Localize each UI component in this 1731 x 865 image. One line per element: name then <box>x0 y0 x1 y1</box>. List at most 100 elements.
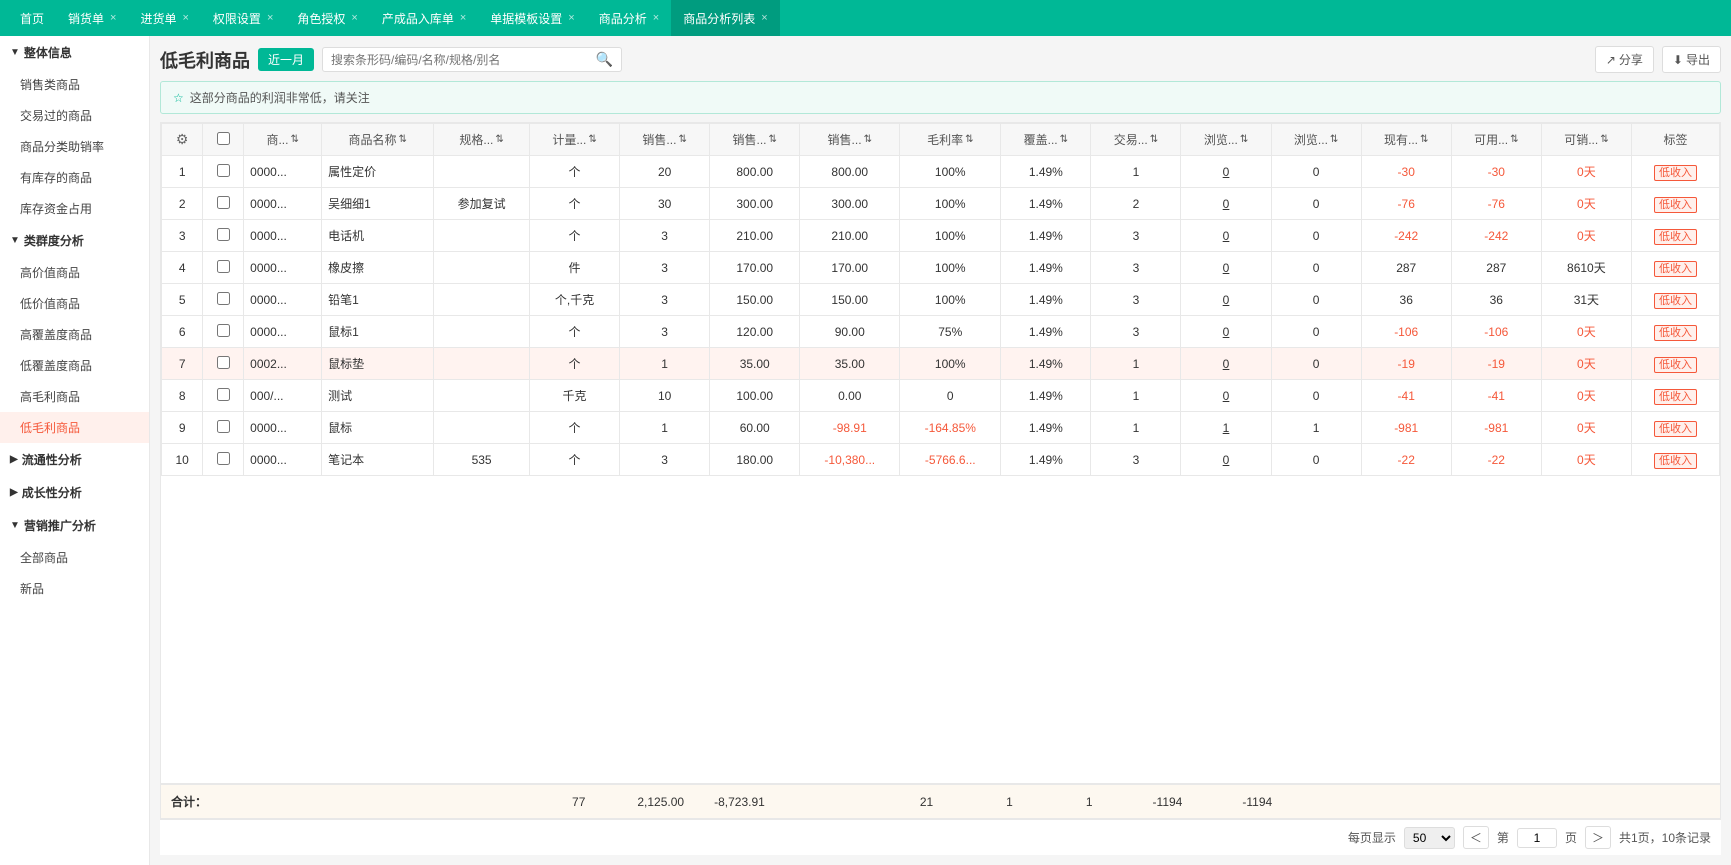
row-checkbox[interactable] <box>203 188 244 220</box>
row-browse1[interactable]: 0 <box>1181 348 1271 380</box>
search-icon[interactable]: 🔍 <box>596 51 613 68</box>
per-page-select[interactable]: 50 100 200 <box>1404 827 1455 849</box>
row-checkbox[interactable] <box>203 284 244 316</box>
row-check-2[interactable] <box>217 228 230 241</box>
sidebar-item-new-goods[interactable]: 新品 <box>0 573 149 604</box>
col-code[interactable]: 商...⇅ <box>244 124 322 156</box>
row-browse1[interactable]: 0 <box>1181 188 1271 220</box>
prev-page-button[interactable]: ＜ <box>1463 826 1489 849</box>
col-coverage[interactable]: 覆盖...⇅ <box>1001 124 1091 156</box>
nav-close-goods[interactable]: × <box>653 12 659 24</box>
nav-sales-order[interactable]: 销货单 × <box>56 0 128 36</box>
sidebar-item-in-stock[interactable]: 有库存的商品 <box>0 162 149 193</box>
nav-product-stock[interactable]: 产成品入库单 × <box>370 0 478 36</box>
sidebar-item-traded-goods[interactable]: 交易过的商品 <box>0 100 149 131</box>
row-browse1[interactable]: 0 <box>1181 316 1271 348</box>
sidebar-item-stock-capital[interactable]: 库存资金占用 <box>0 193 149 224</box>
col-browse2[interactable]: 浏览...⇅ <box>1271 124 1361 156</box>
nav-goods-analysis[interactable]: 商品分析 × <box>587 0 671 36</box>
row-check-9[interactable] <box>217 452 230 465</box>
row-browse1[interactable]: 0 <box>1181 220 1271 252</box>
row-check-6[interactable] <box>217 356 230 369</box>
row-checkbox[interactable] <box>203 252 244 284</box>
nav-goods-analysis-list[interactable]: 商品分析列表 × <box>671 0 779 36</box>
row-check-7[interactable] <box>217 388 230 401</box>
nav-close-permission[interactable]: × <box>267 12 273 24</box>
sidebar-item-high-value[interactable]: 高价值商品 <box>0 257 149 288</box>
col-sales-qty[interactable]: 销售...⇅ <box>620 124 710 156</box>
row-browse1[interactable]: 0 <box>1181 284 1271 316</box>
nav-close-role[interactable]: × <box>351 12 357 24</box>
row-checkbox[interactable] <box>203 444 244 476</box>
row-name: 电话机 <box>322 220 434 252</box>
row-checkbox[interactable] <box>203 156 244 188</box>
row-code: 0000... <box>244 188 322 220</box>
row-browse2: 0 <box>1271 188 1361 220</box>
sidebar-group-growth[interactable]: ▶ 成长性分析 <box>0 476 149 509</box>
row-check-1[interactable] <box>217 196 230 209</box>
sidebar-item-low-margin[interactable]: 低毛利商品 <box>0 412 149 443</box>
col-current-stock[interactable]: 现有...⇅ <box>1361 124 1451 156</box>
row-check-3[interactable] <box>217 260 230 273</box>
total-label: 合计： <box>171 793 207 810</box>
col-tag[interactable]: 标签 <box>1631 124 1719 156</box>
row-checkbox[interactable] <box>203 220 244 252</box>
row-checkbox[interactable] <box>203 316 244 348</box>
col-unit[interactable]: 计量...⇅ <box>529 124 619 156</box>
col-name[interactable]: 商品名称⇅ <box>322 124 434 156</box>
nav-close-product[interactable]: × <box>460 12 466 24</box>
row-margin: 100% <box>900 252 1001 284</box>
nav-home[interactable]: 首页 <box>8 0 56 36</box>
nav-permission[interactable]: 权限设置 × <box>201 0 285 36</box>
col-trade[interactable]: 交易...⇅ <box>1091 124 1181 156</box>
export-button[interactable]: ⬇ 导出 <box>1662 46 1721 73</box>
sidebar-item-low-coverage[interactable]: 低覆盖度商品 <box>0 350 149 381</box>
sidebar-item-high-margin[interactable]: 高毛利商品 <box>0 381 149 412</box>
row-check-8[interactable] <box>217 420 230 433</box>
row-saleable: 0天 <box>1541 380 1631 412</box>
row-browse1[interactable]: 1 <box>1181 412 1271 444</box>
sidebar-item-sales-goods[interactable]: 销售类商品 <box>0 69 149 100</box>
col-checkbox[interactable] <box>203 124 244 156</box>
nav-role-auth[interactable]: 角色授权 × <box>285 0 369 36</box>
time-filter-button[interactable]: 近一月 <box>258 48 314 71</box>
row-checkbox[interactable] <box>203 348 244 380</box>
search-input[interactable] <box>331 53 590 67</box>
row-browse1[interactable]: 0 <box>1181 156 1271 188</box>
col-sales-amount[interactable]: 销售...⇅ <box>710 124 800 156</box>
col-settings[interactable]: ⚙ <box>162 124 203 156</box>
nav-close-template[interactable]: × <box>568 12 574 24</box>
col-spec[interactable]: 规格...⇅ <box>434 124 530 156</box>
nav-close-list[interactable]: × <box>761 12 767 24</box>
select-all-checkbox[interactable] <box>217 132 230 145</box>
nav-close-purchase[interactable]: × <box>182 12 188 24</box>
row-check-0[interactable] <box>217 164 230 177</box>
row-checkbox[interactable] <box>203 380 244 412</box>
row-check-5[interactable] <box>217 324 230 337</box>
sidebar-group-marketing[interactable]: ▼ 营销推广分析 <box>0 509 149 542</box>
row-browse1[interactable]: 0 <box>1181 444 1271 476</box>
row-checkbox[interactable] <box>203 412 244 444</box>
col-saleable[interactable]: 可销...⇅ <box>1541 124 1631 156</box>
col-browse1[interactable]: 浏览...⇅ <box>1181 124 1271 156</box>
col-sales-profit[interactable]: 销售...⇅ <box>800 124 900 156</box>
row-tag: 低收入 <box>1631 284 1719 316</box>
page-number-input[interactable] <box>1517 828 1557 848</box>
nav-purchase-order[interactable]: 进货单 × <box>128 0 200 36</box>
share-button[interactable]: ↗ 分享 <box>1595 46 1654 73</box>
nav-template-settings[interactable]: 单据模板设置 × <box>478 0 586 36</box>
nav-close-sales[interactable]: × <box>110 12 116 24</box>
sidebar-item-all-goods[interactable]: 全部商品 <box>0 542 149 573</box>
next-page-button[interactable]: ＞ <box>1585 826 1611 849</box>
sidebar-item-category-rate[interactable]: 商品分类助销率 <box>0 131 149 162</box>
sidebar-item-low-value[interactable]: 低价值商品 <box>0 288 149 319</box>
sidebar-group-cluster[interactable]: ▼ 类群度分析 <box>0 224 149 257</box>
row-browse1[interactable]: 0 <box>1181 380 1271 412</box>
sidebar-item-high-coverage[interactable]: 高覆盖度商品 <box>0 319 149 350</box>
sidebar-group-overview[interactable]: ▼ 整体信息 <box>0 36 149 69</box>
col-margin[interactable]: 毛利率⇅ <box>900 124 1001 156</box>
row-browse1[interactable]: 0 <box>1181 252 1271 284</box>
row-check-4[interactable] <box>217 292 230 305</box>
sidebar-group-liquidity[interactable]: ▶ 流通性分析 <box>0 443 149 476</box>
col-available[interactable]: 可用...⇅ <box>1451 124 1541 156</box>
